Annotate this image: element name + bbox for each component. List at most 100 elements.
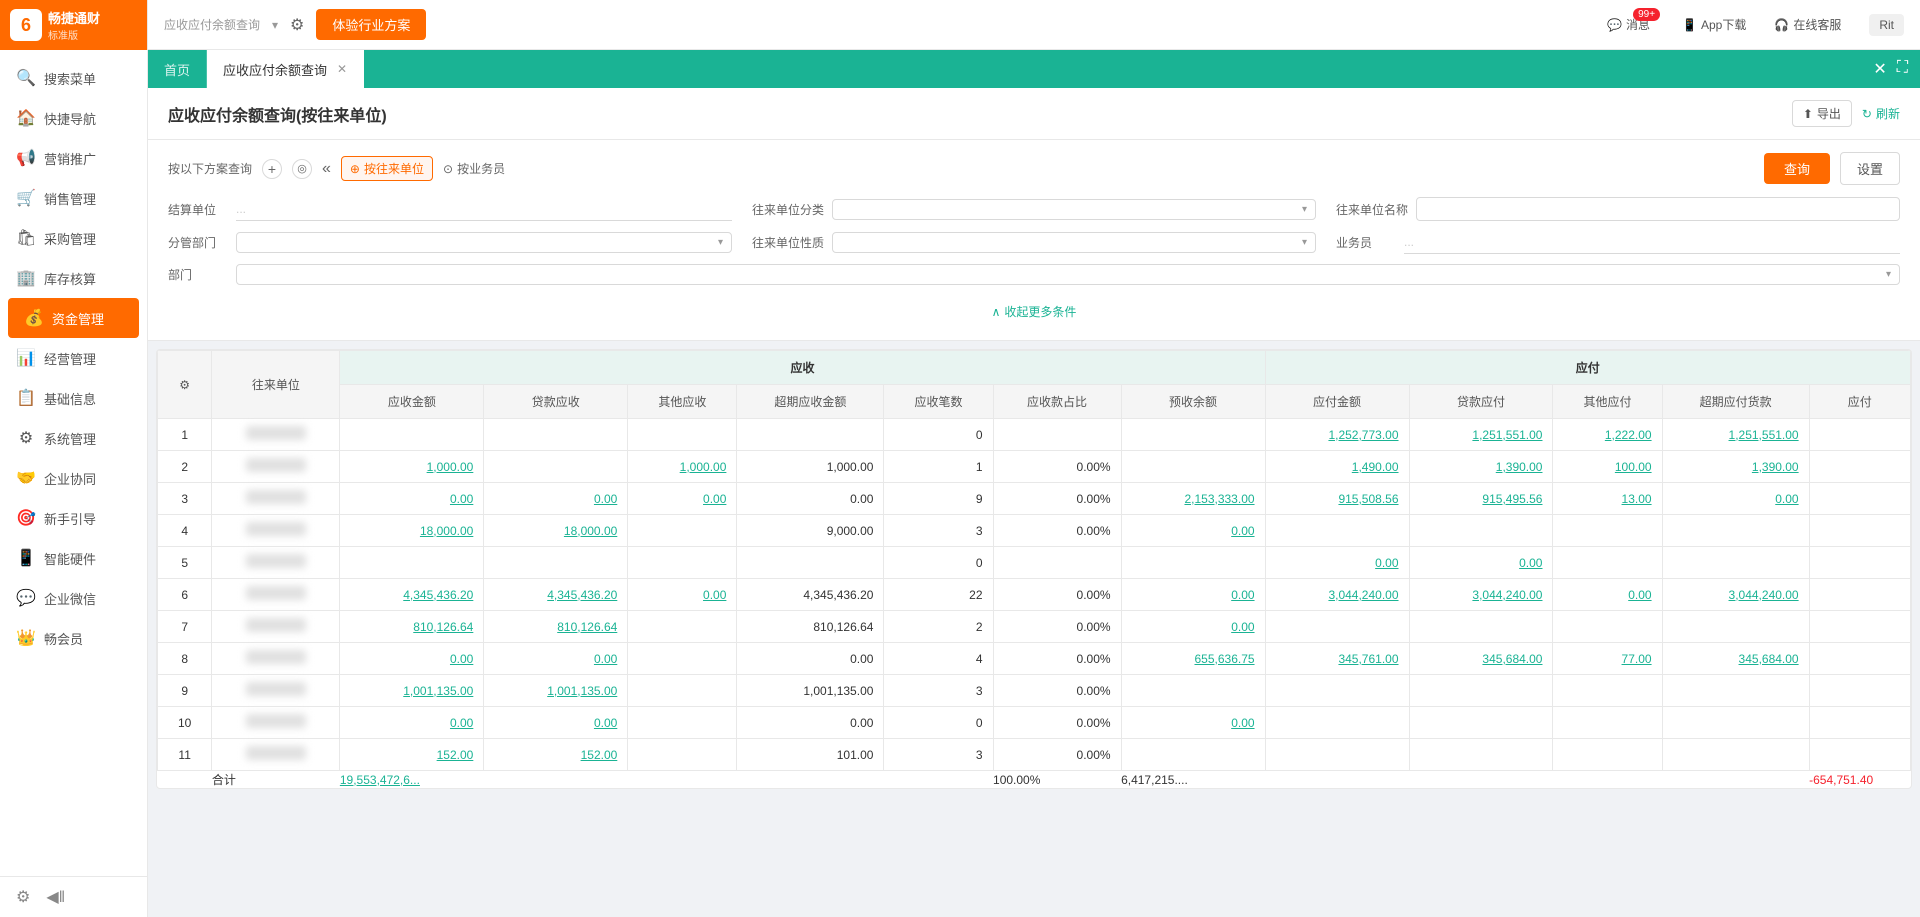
sidebar-item-smart[interactable]: 📱 智能硬件: [0, 538, 147, 578]
sidebar-item-purchase[interactable]: 🛍 采购管理: [0, 218, 147, 258]
bumen-select[interactable]: ▾: [236, 264, 1900, 285]
sidebar-item-finance[interactable]: 💰 资金管理: [8, 298, 139, 338]
close-window-icon[interactable]: ✕: [1873, 59, 1886, 79]
home-icon: 🏠: [16, 108, 36, 128]
partner-cell: [212, 547, 340, 579]
trial-btn[interactable]: 体验行业方案: [316, 9, 426, 40]
sidebar-collapse-icon[interactable]: ◀‖: [46, 887, 65, 907]
page-title: 应收应付余额查询(按往来单位): [168, 102, 387, 126]
sidebar-item-label: 经营管理: [44, 349, 96, 368]
data-table-container: ⚙ 往来单位 应收 应付 应收金额 贷款应收 其他应收 超期应收金额 应收笔数 …: [156, 349, 1912, 789]
yewuyuan-label: 业务员: [1336, 234, 1396, 251]
chevron-icon: ▾: [1886, 269, 1891, 280]
xingzhi-select[interactable]: ▾: [832, 232, 1316, 253]
tab-home[interactable]: 首页: [148, 50, 207, 88]
th-ar-amount: 应收金额: [340, 385, 484, 419]
sidebar-item-system[interactable]: ⚙ 系统管理: [0, 418, 147, 458]
online-service-btn[interactable]: 🎧 在线客服: [1774, 16, 1841, 33]
headset-icon: 🎧: [1774, 18, 1789, 32]
filter-header: 按以下方案查询 + ◎ « ⊕ 按往来单位 ⊙ 按业务员 查询 设置: [168, 152, 1900, 185]
th-ar-count: 应收笔数: [884, 385, 993, 419]
th-ap-group: 应付: [1265, 351, 1910, 385]
query-button[interactable]: 查询: [1764, 153, 1830, 184]
total-ar-amount[interactable]: 19,553,472,6...: [340, 771, 484, 789]
filter-scheme-tag-partner[interactable]: ⊕ 按往来单位: [341, 156, 433, 181]
maximize-icon[interactable]: ⛶: [1897, 59, 1908, 79]
wechat-icon: 💬: [16, 588, 36, 608]
table-row: 30.000.000.000.0090.00%2,153,333.00915,5…: [158, 483, 1911, 515]
sidebar-item-corp[interactable]: 🤝 企业协同: [0, 458, 147, 498]
sidebar-item-label: 系统管理: [44, 429, 96, 448]
finance-icon: 💰: [24, 308, 44, 328]
app-download-btn[interactable]: 📱 App下载: [1682, 16, 1746, 33]
filter-scheme-button[interactable]: ◎: [292, 159, 312, 179]
message-btn[interactable]: 💬 消息 99+: [1607, 16, 1650, 33]
filter-fenlei: 往来单位分类 ▾: [752, 199, 1316, 220]
filter-collapse-button[interactable]: «: [322, 160, 331, 178]
tab-right-icons: ✕ ⛶: [1873, 59, 1920, 79]
partner-cell: [212, 419, 340, 451]
export-button[interactable]: ⬆ 导出: [1792, 100, 1852, 127]
tabbar: 首页 应收应付余额查询 ✕ ✕ ⛶: [148, 50, 1920, 88]
collapse-more-btn[interactable]: ∧ 收起更多条件: [168, 295, 1900, 328]
filter-bumen: 部门 ▾: [168, 264, 1900, 285]
sidebar-item-label: 企业协同: [44, 469, 96, 488]
chevron-down-icon[interactable]: ▾: [272, 18, 278, 32]
smart-icon: 📱: [16, 548, 36, 568]
filter-scheme-sub[interactable]: ⊙ 按业务员: [443, 160, 505, 177]
table-row: 100.000.000.0000.00%0.00: [158, 707, 1911, 739]
sidebar-item-marketing[interactable]: 📢 营销推广: [0, 138, 147, 178]
search-menu-icon: 🔍: [16, 68, 36, 88]
tab-ar-ap[interactable]: 应收应付余额查询 ✕: [207, 50, 364, 88]
sidebar-item-newbie[interactable]: 🎯 新手引导: [0, 498, 147, 538]
table-row: 7810,126.64810,126.64810,126.6420.00%0.0…: [158, 611, 1911, 643]
yewuyuan-input[interactable]: [1404, 231, 1900, 254]
tab-close-icon[interactable]: ✕: [337, 62, 347, 76]
sidebar-settings-icon[interactable]: ⚙: [16, 887, 30, 907]
partner-cell: [212, 611, 340, 643]
sidebar-item-label: 基础信息: [44, 389, 96, 408]
partner-cell: [212, 483, 340, 515]
sidebar-item-operation[interactable]: 📊 经营管理: [0, 338, 147, 378]
partner-cell: [212, 643, 340, 675]
th-settings[interactable]: ⚙: [158, 351, 212, 419]
header-breadcrumb: 应收应付余额查询: [164, 16, 260, 33]
table-row: 101,252,773.001,251,551.001,222.001,251,…: [158, 419, 1911, 451]
logo-sub: 标准版: [48, 27, 100, 42]
refresh-button[interactable]: ↻ 刷新: [1862, 105, 1900, 122]
bumen-label: 部门: [168, 266, 228, 283]
total-ap-amount: -654,751.40: [1809, 771, 1910, 789]
app-icon: 📱: [1682, 18, 1697, 32]
table-row: 11152.00152.00101.0030.00%: [158, 739, 1911, 771]
gear-icon[interactable]: ⚙: [290, 15, 304, 35]
th-partner: 往来单位: [212, 351, 340, 419]
filter-row-3: 部门 ▾: [168, 264, 1900, 285]
sidebar-item-wechat[interactable]: 💬 企业微信: [0, 578, 147, 618]
inventory-icon: 🏢: [16, 268, 36, 288]
sidebar-item-inventory[interactable]: 🏢 库存核算: [0, 258, 147, 298]
sidebar-item-quicknav[interactable]: 🏠 快捷导航: [0, 98, 147, 138]
sidebar-item-basic[interactable]: 📋 基础信息: [0, 378, 147, 418]
filter-add-button[interactable]: +: [262, 159, 282, 179]
settings-button[interactable]: 设置: [1840, 152, 1900, 185]
user-info[interactable]: Rit: [1869, 14, 1904, 36]
jiesuan-input[interactable]: [236, 198, 732, 221]
marketing-icon: 📢: [16, 148, 36, 168]
basic-icon: 📋: [16, 388, 36, 408]
th-ar-group: 应收: [340, 351, 1265, 385]
mingcheng-input[interactable]: [1416, 197, 1900, 221]
sidebar-item-sales[interactable]: 🛒 销售管理: [0, 178, 147, 218]
th-ap-amount: 应付金额: [1265, 385, 1409, 419]
jiesuan-label: 结算单位: [168, 201, 228, 218]
th-ar-loan: 贷款应收: [484, 385, 628, 419]
sidebar-item-search[interactable]: 🔍 搜索菜单: [0, 58, 147, 98]
sidebar-item-label: 营销推广: [44, 149, 96, 168]
xingzhi-label: 往来单位性质: [752, 234, 824, 251]
fenguan-select[interactable]: ▾: [236, 232, 732, 253]
chevron-icon: ▾: [1302, 237, 1307, 248]
fenlei-select[interactable]: ▾: [832, 199, 1316, 220]
sidebar-item-member[interactable]: 👑 畅会员: [0, 618, 147, 658]
corp-icon: 🤝: [16, 468, 36, 488]
sidebar-item-label: 搜索菜单: [44, 69, 96, 88]
sidebar-item-label: 企业微信: [44, 589, 96, 608]
